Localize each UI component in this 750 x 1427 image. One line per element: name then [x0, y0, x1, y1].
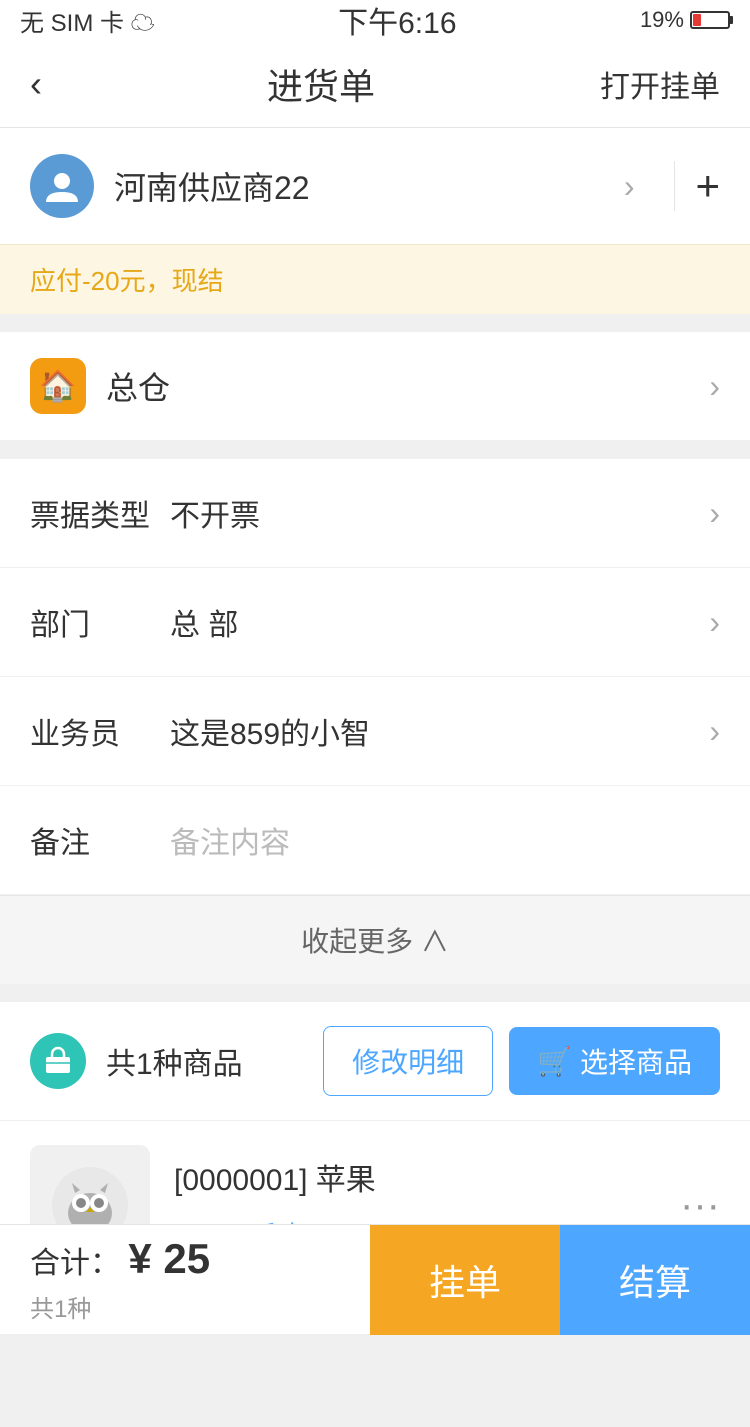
person-icon	[44, 168, 80, 204]
warehouse-chevron-icon: ›	[709, 368, 720, 405]
dept-label: 部门	[30, 600, 170, 644]
select-product-button[interactable]: 🛒 选择商品	[509, 1027, 720, 1095]
staff-value: 这是859的小智	[170, 709, 709, 753]
collapse-toggle[interactable]: 收起更多 ∧	[0, 895, 750, 984]
hang-order-button[interactable]: 挂单	[370, 1225, 560, 1335]
total-label: 合计：	[30, 1247, 120, 1280]
invoice-value: 不开票	[170, 491, 709, 535]
products-icon	[30, 1033, 86, 1089]
credit-text: 应付-20元，现结	[30, 266, 224, 296]
invoice-row[interactable]: 票据类型 不开票 ›	[0, 459, 750, 568]
bag-icon	[42, 1045, 74, 1077]
supplier-name: 河南供应商22	[114, 163, 624, 209]
total-amount: ¥ 25	[128, 1235, 210, 1282]
cart-icon: 🛒	[537, 1045, 572, 1078]
nav-bar: ‹ 进货单 打开挂单	[0, 40, 750, 128]
battery-icon	[690, 11, 730, 29]
remark-label: 备注	[30, 818, 170, 862]
products-header: 共1种商品 修改明细 🛒 选择商品	[0, 1002, 750, 1120]
product-code: [0000001] 苹果	[174, 1164, 376, 1197]
remark-input[interactable]: 备注内容	[170, 818, 720, 862]
warehouse-row[interactable]: 🏠 总仓 ›	[0, 332, 750, 441]
invoice-chevron-icon: ›	[709, 495, 720, 532]
status-right: 19%	[640, 7, 730, 33]
invoice-label: 票据类型	[30, 491, 170, 535]
supplier-section: 河南供应商22 › + 应付-20元，现结	[0, 128, 750, 314]
total-count: 共1种	[30, 1289, 340, 1324]
credit-bar: 应付-20元，现结	[0, 244, 750, 314]
home-icon: 🏠	[39, 369, 76, 404]
select-product-label: 选择商品	[580, 1041, 692, 1081]
staff-chevron-icon: ›	[709, 713, 720, 750]
bottom-bar: 合计： ¥ 25 共1种 挂单 结算	[0, 1224, 750, 1334]
page-title: 进货单	[267, 58, 375, 110]
product-menu-button[interactable]: ···	[680, 1183, 720, 1228]
battery-percent: 19%	[640, 7, 684, 33]
edit-detail-button[interactable]: 修改明细	[323, 1026, 493, 1096]
sim-label: 无 SIM 卡 ☁	[20, 3, 155, 38]
remark-row[interactable]: 备注 备注内容	[0, 786, 750, 895]
warehouse-icon: 🏠	[30, 358, 86, 414]
staff-row[interactable]: 业务员 这是859的小智 ›	[0, 677, 750, 786]
total-area: 合计： ¥ 25 共1种	[0, 1235, 370, 1324]
total-main: 合计： ¥ 25	[30, 1235, 340, 1283]
dept-value: 总 部	[170, 600, 709, 644]
status-bar: 无 SIM 卡 ☁ 下午6:16 19%	[0, 0, 750, 40]
status-left: 无 SIM 卡 ☁	[20, 3, 155, 38]
dept-row[interactable]: 部门 总 部 ›	[0, 568, 750, 677]
product-name: [0000001] 苹果	[174, 1155, 680, 1199]
dept-chevron-icon: ›	[709, 604, 720, 641]
add-supplier-button[interactable]: +	[695, 162, 720, 210]
supplier-row[interactable]: 河南供应商22 › +	[0, 128, 750, 244]
open-pending-button[interactable]: 打开挂单	[600, 62, 720, 106]
avatar	[30, 154, 94, 218]
settle-button[interactable]: 结算	[560, 1225, 750, 1335]
warehouse-name: 总仓	[106, 363, 709, 409]
form-section: 票据类型 不开票 › 部门 总 部 › 业务员 这是859的小智 › 备注 备注…	[0, 459, 750, 984]
status-time: 下午6:16	[338, 0, 456, 42]
divider	[674, 161, 675, 211]
staff-label: 业务员	[30, 709, 170, 753]
products-count: 共1种商品	[106, 1039, 323, 1083]
back-button[interactable]: ‹	[30, 63, 42, 105]
collapse-label: 收起更多 ∧	[301, 926, 449, 957]
supplier-chevron-icon: ›	[624, 168, 635, 205]
warehouse-section: 🏠 总仓 ›	[0, 332, 750, 441]
